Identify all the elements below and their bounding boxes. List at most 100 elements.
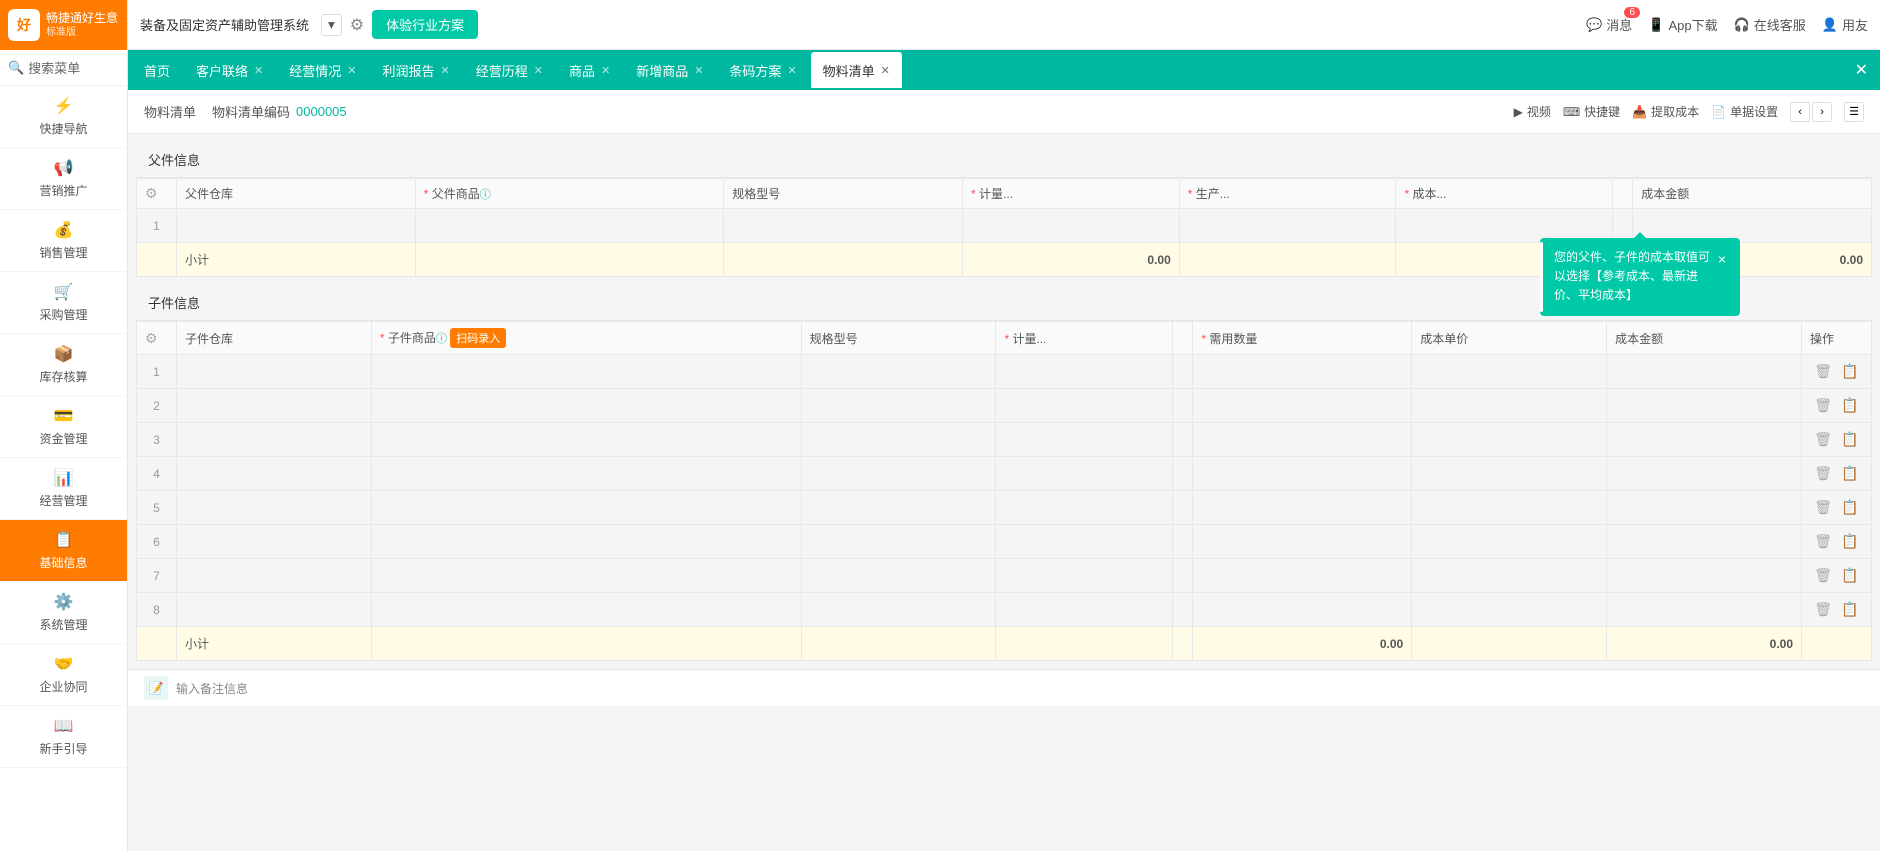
child-cell-quantity-2[interactable] <box>1193 389 1412 423</box>
child-cell-unit-5[interactable] <box>996 491 1173 525</box>
child-cell-goods-6[interactable] <box>371 525 801 559</box>
child-cell-goods-5[interactable] <box>371 491 801 525</box>
user-avatar[interactable]: 👤 用友 <box>1822 15 1868 34</box>
child-cell-warehouse-4[interactable] <box>177 457 372 491</box>
tooltip-close-button[interactable]: × <box>1718 248 1726 270</box>
tab-bom[interactable]: 物料清单 ✕ <box>811 52 902 88</box>
child-cell-warehouse-6[interactable] <box>177 525 372 559</box>
child-cell-spec-3[interactable] <box>801 423 996 457</box>
child-cell-goods-3[interactable] <box>371 423 801 457</box>
page-tab-bom-list[interactable]: 物料清单 <box>144 98 196 125</box>
single-settings-button[interactable]: 📄 单据设置 <box>1711 103 1778 120</box>
copy-row-5-button[interactable]: 📋 <box>1841 499 1858 515</box>
child-cell-warehouse-1[interactable] <box>177 355 372 389</box>
tab-close-new-goods[interactable]: ✕ <box>694 64 703 77</box>
tab-operations-status[interactable]: 经营情况 ✕ <box>277 52 368 88</box>
child-cell-unit-7[interactable] <box>996 559 1173 593</box>
child-cell-warehouse-5[interactable] <box>177 491 372 525</box>
child-cell-quantity-5[interactable] <box>1193 491 1412 525</box>
child-cell-spec-6[interactable] <box>801 525 996 559</box>
tab-new-goods[interactable]: 新增商品 ✕ <box>624 52 715 88</box>
child-cell-unit-3[interactable] <box>996 423 1173 457</box>
sidebar-item-sales[interactable]: 💰 销售管理 <box>0 210 127 272</box>
nav-tabs-close-all[interactable]: ✕ <box>1847 56 1876 84</box>
child-cell-warehouse-7[interactable] <box>177 559 372 593</box>
app-download-button[interactable]: 📱 App下载 <box>1648 15 1717 34</box>
parent-settings-icon[interactable]: ⚙ <box>145 185 158 201</box>
child-cell-quantity-1[interactable] <box>1193 355 1412 389</box>
child-cell-cost-price-4[interactable] <box>1412 457 1607 491</box>
parent-cell-spec[interactable] <box>724 209 963 243</box>
shortcuts-button[interactable]: ⌨ 快捷键 <box>1563 103 1620 120</box>
child-cell-cost-price-1[interactable] <box>1412 355 1607 389</box>
extract-cost-button[interactable]: 📥 提取成本 <box>1632 103 1699 120</box>
copy-row-3-button[interactable]: 📋 <box>1841 431 1858 447</box>
delete-row-2-button[interactable]: 🗑 <box>1814 397 1832 413</box>
child-cell-quantity-7[interactable] <box>1193 559 1412 593</box>
parent-cell-production[interactable] <box>1179 209 1396 243</box>
message-button[interactable]: 💬 消息 6 <box>1586 15 1632 34</box>
delete-row-1-button[interactable]: 🗑 <box>1814 363 1832 379</box>
child-cell-unit-8[interactable] <box>996 593 1173 627</box>
prev-record-button[interactable]: ‹ <box>1790 102 1810 122</box>
copy-row-8-button[interactable]: 📋 <box>1841 601 1858 617</box>
copy-row-6-button[interactable]: 📋 <box>1841 533 1858 549</box>
child-cell-goods-7[interactable] <box>371 559 801 593</box>
sidebar-item-basic-info[interactable]: 📋 基础信息 <box>0 520 127 582</box>
child-cell-warehouse-3[interactable] <box>177 423 372 457</box>
child-cell-unit-6[interactable] <box>996 525 1173 559</box>
child-cell-quantity-6[interactable] <box>1193 525 1412 559</box>
next-record-button[interactable]: › <box>1812 102 1832 122</box>
sidebar-item-purchase[interactable]: 🛒 采购管理 <box>0 272 127 334</box>
scan-input-button[interactable]: 扫码录入 <box>450 328 506 348</box>
child-settings-icon[interactable]: ⚙ <box>145 330 158 346</box>
copy-row-7-button[interactable]: 📋 <box>1841 567 1858 583</box>
tab-close-goods[interactable]: ✕ <box>601 64 610 77</box>
child-cell-quantity-8[interactable] <box>1193 593 1412 627</box>
child-cell-spec-1[interactable] <box>801 355 996 389</box>
sidebar-item-finance[interactable]: 💳 资金管理 <box>0 396 127 458</box>
tab-customer[interactable]: 客户联络 ✕ <box>184 52 275 88</box>
tab-close-bom[interactable]: ✕ <box>881 64 890 77</box>
child-cell-unit-1[interactable] <box>996 355 1173 389</box>
sidebar-item-quick-nav[interactable]: ⚡ 快捷导航 <box>0 86 127 148</box>
tab-close-operations-status[interactable]: ✕ <box>347 64 356 77</box>
list-view-button[interactable]: ☰ <box>1844 102 1864 122</box>
parent-cell-unit[interactable] <box>963 209 1180 243</box>
child-cell-cost-price-3[interactable] <box>1412 423 1607 457</box>
copy-row-1-button[interactable]: 📋 <box>1841 363 1858 379</box>
tab-close-barcode[interactable]: ✕ <box>787 64 796 77</box>
child-cell-spec-8[interactable] <box>801 593 996 627</box>
child-cell-goods-2[interactable] <box>371 389 801 423</box>
delete-row-4-button[interactable]: 🗑 <box>1814 465 1832 481</box>
child-cell-cost-price-8[interactable] <box>1412 593 1607 627</box>
sidebar-item-inventory[interactable]: 📦 库存核算 <box>0 334 127 396</box>
child-cell-spec-4[interactable] <box>801 457 996 491</box>
child-cell-goods-8[interactable] <box>371 593 801 627</box>
online-service-button[interactable]: 🎧 在线客服 <box>1734 15 1806 34</box>
child-cell-cost-price-5[interactable] <box>1412 491 1607 525</box>
child-cell-quantity-4[interactable] <box>1193 457 1412 491</box>
child-cell-spec-2[interactable] <box>801 389 996 423</box>
tab-business-history[interactable]: 经营历程 ✕ <box>464 52 555 88</box>
system-dropdown-button[interactable]: ▾ <box>321 14 342 36</box>
delete-row-5-button[interactable]: 🗑 <box>1814 499 1832 515</box>
child-cell-warehouse-2[interactable] <box>177 389 372 423</box>
child-cell-quantity-3[interactable] <box>1193 423 1412 457</box>
child-cell-cost-price-6[interactable] <box>1412 525 1607 559</box>
parent-cell-goods[interactable] <box>415 209 724 243</box>
sidebar-item-operations[interactable]: 📊 经营管理 <box>0 458 127 520</box>
child-cell-unit-4[interactable] <box>996 457 1173 491</box>
delete-row-3-button[interactable]: 🗑 <box>1814 431 1832 447</box>
child-cell-cost-price-2[interactable] <box>1412 389 1607 423</box>
child-cell-spec-5[interactable] <box>801 491 996 525</box>
settings-button[interactable]: ⚙ <box>350 15 364 35</box>
delete-row-8-button[interactable]: 🗑 <box>1814 601 1832 617</box>
copy-row-2-button[interactable]: 📋 <box>1841 397 1858 413</box>
view-video-button[interactable]: ▶ 视频 <box>1514 103 1551 120</box>
try-industry-button[interactable]: 体验行业方案 <box>372 10 478 39</box>
tab-home[interactable]: 首页 <box>132 52 182 88</box>
child-cell-cost-price-7[interactable] <box>1412 559 1607 593</box>
tab-profit-report[interactable]: 利润报告 ✕ <box>370 52 461 88</box>
tab-close-profit-report[interactable]: ✕ <box>441 64 450 77</box>
